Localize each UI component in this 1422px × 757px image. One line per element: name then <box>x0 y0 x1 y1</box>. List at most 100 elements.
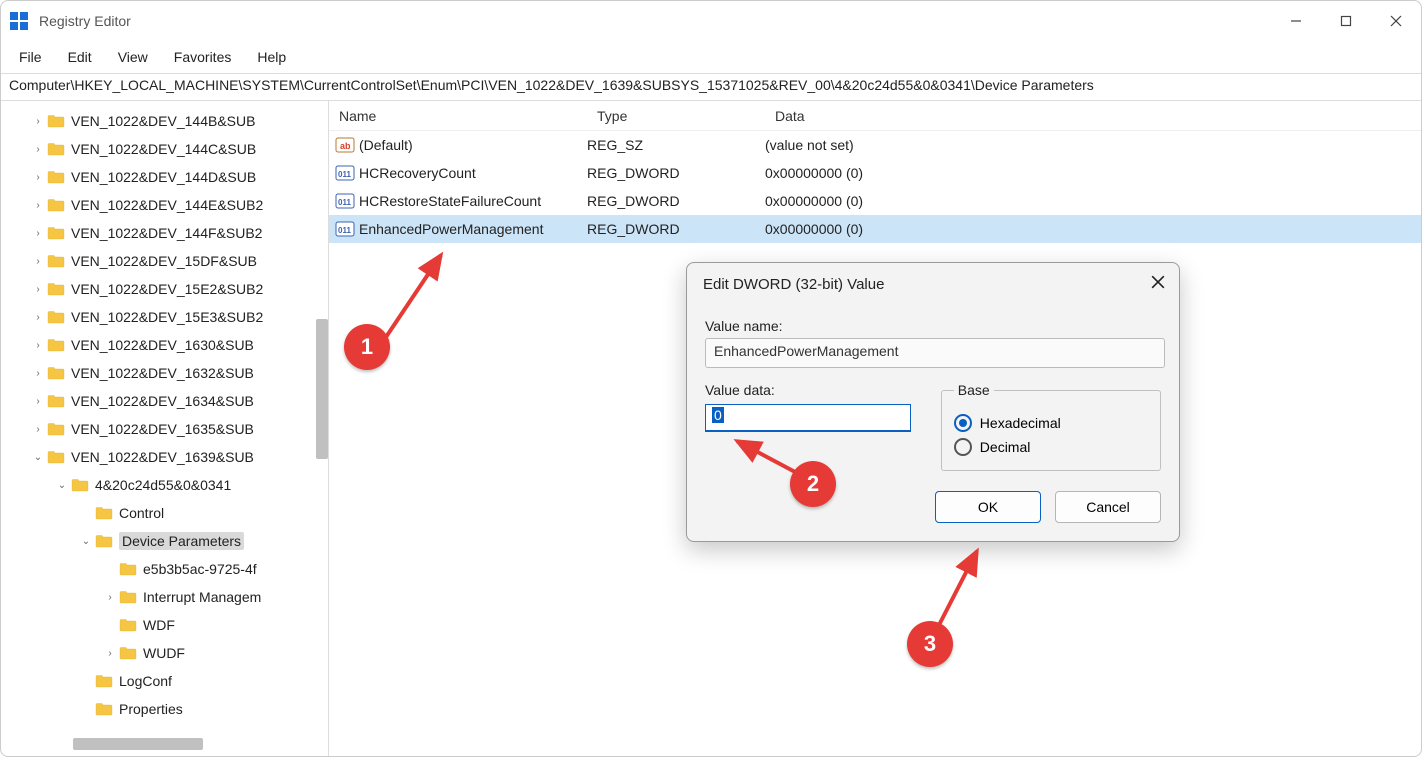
tree-item-label: VEN_1022&DEV_15DF&SUB <box>71 253 257 269</box>
chevron-icon[interactable]: › <box>31 284 45 295</box>
menu-help[interactable]: Help <box>245 45 298 69</box>
tree-item[interactable]: ⌄ 4&20c24d55&0&0341 <box>1 471 328 499</box>
dialog-title: Edit DWORD (32-bit) Value <box>703 276 1151 293</box>
chevron-icon[interactable]: › <box>31 340 45 351</box>
annotation-arrow-1-icon <box>379 245 459 345</box>
edit-dword-dialog: Edit DWORD (32-bit) Value Value name: En… <box>686 262 1180 542</box>
chevron-icon[interactable]: › <box>31 256 45 267</box>
close-button[interactable] <box>1371 1 1421 41</box>
maximize-button[interactable] <box>1321 1 1371 41</box>
tree-item-label: Control <box>119 505 164 521</box>
value-data-field[interactable]: 0 <box>705 404 911 432</box>
tree-item[interactable]: ›WUDF <box>1 639 328 667</box>
menu-favorites[interactable]: Favorites <box>162 45 244 69</box>
window-title: Registry Editor <box>39 13 1271 29</box>
radio-dec-label: Decimal <box>980 439 1031 455</box>
menu-edit[interactable]: Edit <box>56 45 104 69</box>
chevron-icon[interactable]: › <box>31 312 45 323</box>
menu-bar: File Edit View Favorites Help <box>1 41 1421 73</box>
radio-hexadecimal[interactable]: Hexadecimal <box>954 414 1148 432</box>
value-name-field[interactable]: EnhancedPowerManagement <box>705 338 1165 368</box>
tree-item-label: VEN_1022&DEV_1639&SUB <box>71 449 254 465</box>
tree-item[interactable]: › VEN_1022&DEV_1632&SUB <box>1 359 328 387</box>
tree-item-label: VEN_1022&DEV_1635&SUB <box>71 421 254 437</box>
tree-item[interactable]: Control <box>1 499 328 527</box>
list-row[interactable]: ab(Default)REG_SZ(value not set) <box>329 131 1421 159</box>
tree-item[interactable]: › VEN_1022&DEV_144D&SUB <box>1 163 328 191</box>
chevron-icon[interactable]: › <box>31 396 45 407</box>
tree-item[interactable]: ›VEN_1022&DEV_144C&SUB <box>1 135 328 163</box>
tree-item[interactable]: WDF <box>1 611 328 639</box>
tree-item-label: Properties <box>119 701 183 717</box>
minimize-button[interactable] <box>1271 1 1321 41</box>
value-type: REG_SZ <box>587 137 765 153</box>
tree-item-label: Interrupt Managem <box>143 589 261 605</box>
tree-pane: › VEN_1022&DEV_144B&SUB ›VEN_1022&DEV_144C… <box>1 101 329 756</box>
chevron-icon[interactable]: ⌄ <box>55 480 69 491</box>
value-type: REG_DWORD <box>587 193 765 209</box>
col-header-name[interactable]: Name <box>329 108 587 124</box>
value-name: EnhancedPowerManagement <box>359 221 543 237</box>
tree-hscroll-thumb[interactable] <box>73 738 203 750</box>
chevron-icon[interactable]: › <box>103 648 117 659</box>
tree-item[interactable]: ⌄ Device Parameters <box>1 527 328 555</box>
tree-item-label: VEN_1022&DEV_1634&SUB <box>71 393 254 409</box>
radio-decimal[interactable]: Decimal <box>954 438 1148 456</box>
tree-item[interactable]: LogConf <box>1 667 328 695</box>
tree-item[interactable]: › VEN_1022&DEV_15E2&SUB2 <box>1 275 328 303</box>
svg-text:011: 011 <box>338 198 351 207</box>
value-data: 0x00000000 (0) <box>765 165 1421 181</box>
tree-item-label: VEN_1022&DEV_144B&SUB <box>71 113 255 129</box>
value-name: HCRecoveryCount <box>359 165 476 181</box>
annotation-arrow-3-icon <box>931 545 991 631</box>
tree-item[interactable]: › VEN_1022&DEV_15DF&SUB <box>1 247 328 275</box>
dialog-close-icon[interactable] <box>1151 275 1165 294</box>
chevron-icon[interactable]: › <box>31 200 45 211</box>
cancel-button[interactable]: Cancel <box>1055 491 1161 523</box>
chevron-icon[interactable]: › <box>31 228 45 239</box>
list-row[interactable]: 011EnhancedPowerManagementREG_DWORD0x000… <box>329 215 1421 243</box>
tree-vscroll-thumb[interactable] <box>316 319 328 459</box>
tree-item-label: WDF <box>143 617 175 633</box>
menu-view[interactable]: View <box>106 45 160 69</box>
chevron-icon[interactable]: › <box>31 368 45 379</box>
annotation-marker-2: 2 <box>790 461 836 507</box>
list-row[interactable]: 011HCRestoreStateFailureCountREG_DWORD0x… <box>329 187 1421 215</box>
tree-item-label: e5b3b5ac-9725-4f <box>143 561 257 577</box>
tree-item-label: VEN_1022&DEV_15E2&SUB2 <box>71 281 263 297</box>
tree-item[interactable]: › VEN_1022&DEV_1630&SUB <box>1 331 328 359</box>
ok-button[interactable]: OK <box>935 491 1041 523</box>
tree-item[interactable]: Properties <box>1 695 328 723</box>
tree-item-label: VEN_1022&DEV_1630&SUB <box>71 337 254 353</box>
tree-item[interactable]: ⌄ VEN_1022&DEV_1639&SUB <box>1 443 328 471</box>
chevron-icon[interactable]: ⌄ <box>79 536 93 547</box>
tree-item[interactable]: ›VEN_1022&DEV_144F&SUB2 <box>1 219 328 247</box>
col-header-data[interactable]: Data <box>765 108 1421 124</box>
tree-item[interactable]: › Interrupt Managem <box>1 583 328 611</box>
value-data-label: Value data: <box>705 382 921 398</box>
tree-item[interactable]: › VEN_1022&DEV_1634&SUB <box>1 387 328 415</box>
chevron-icon[interactable]: › <box>31 116 45 127</box>
tree-item-label: VEN_1022&DEV_144D&SUB <box>71 169 256 185</box>
tree-item[interactable]: ›VEN_1022&DEV_15E3&SUB2 <box>1 303 328 331</box>
chevron-icon[interactable]: ⌄ <box>31 452 45 463</box>
chevron-icon[interactable]: › <box>31 424 45 435</box>
address-bar[interactable]: Computer\HKEY_LOCAL_MACHINE\SYSTEM\Curre… <box>1 73 1421 101</box>
list-row[interactable]: 011HCRecoveryCountREG_DWORD0x00000000 (0… <box>329 159 1421 187</box>
tree-item-label: VEN_1022&DEV_1632&SUB <box>71 365 254 381</box>
value-name: (Default) <box>359 137 413 153</box>
tree-item[interactable]: e5b3b5ac-9725-4f <box>1 555 328 583</box>
tree-item[interactable]: ›VEN_1022&DEV_144E&SUB2 <box>1 191 328 219</box>
tree-item-label: Device Parameters <box>119 532 244 550</box>
tree-item-label: 4&20c24d55&0&0341 <box>95 477 231 493</box>
col-header-type[interactable]: Type <box>587 108 765 124</box>
radio-dec-dot-icon <box>954 438 972 456</box>
value-data: (value not set) <box>765 137 1421 153</box>
tree-item[interactable]: › VEN_1022&DEV_1635&SUB <box>1 415 328 443</box>
chevron-icon[interactable]: › <box>31 144 45 155</box>
svg-text:011: 011 <box>338 226 351 235</box>
chevron-icon[interactable]: › <box>103 592 117 603</box>
menu-file[interactable]: File <box>7 45 54 69</box>
tree-item[interactable]: › VEN_1022&DEV_144B&SUB <box>1 107 328 135</box>
chevron-icon[interactable]: › <box>31 172 45 183</box>
